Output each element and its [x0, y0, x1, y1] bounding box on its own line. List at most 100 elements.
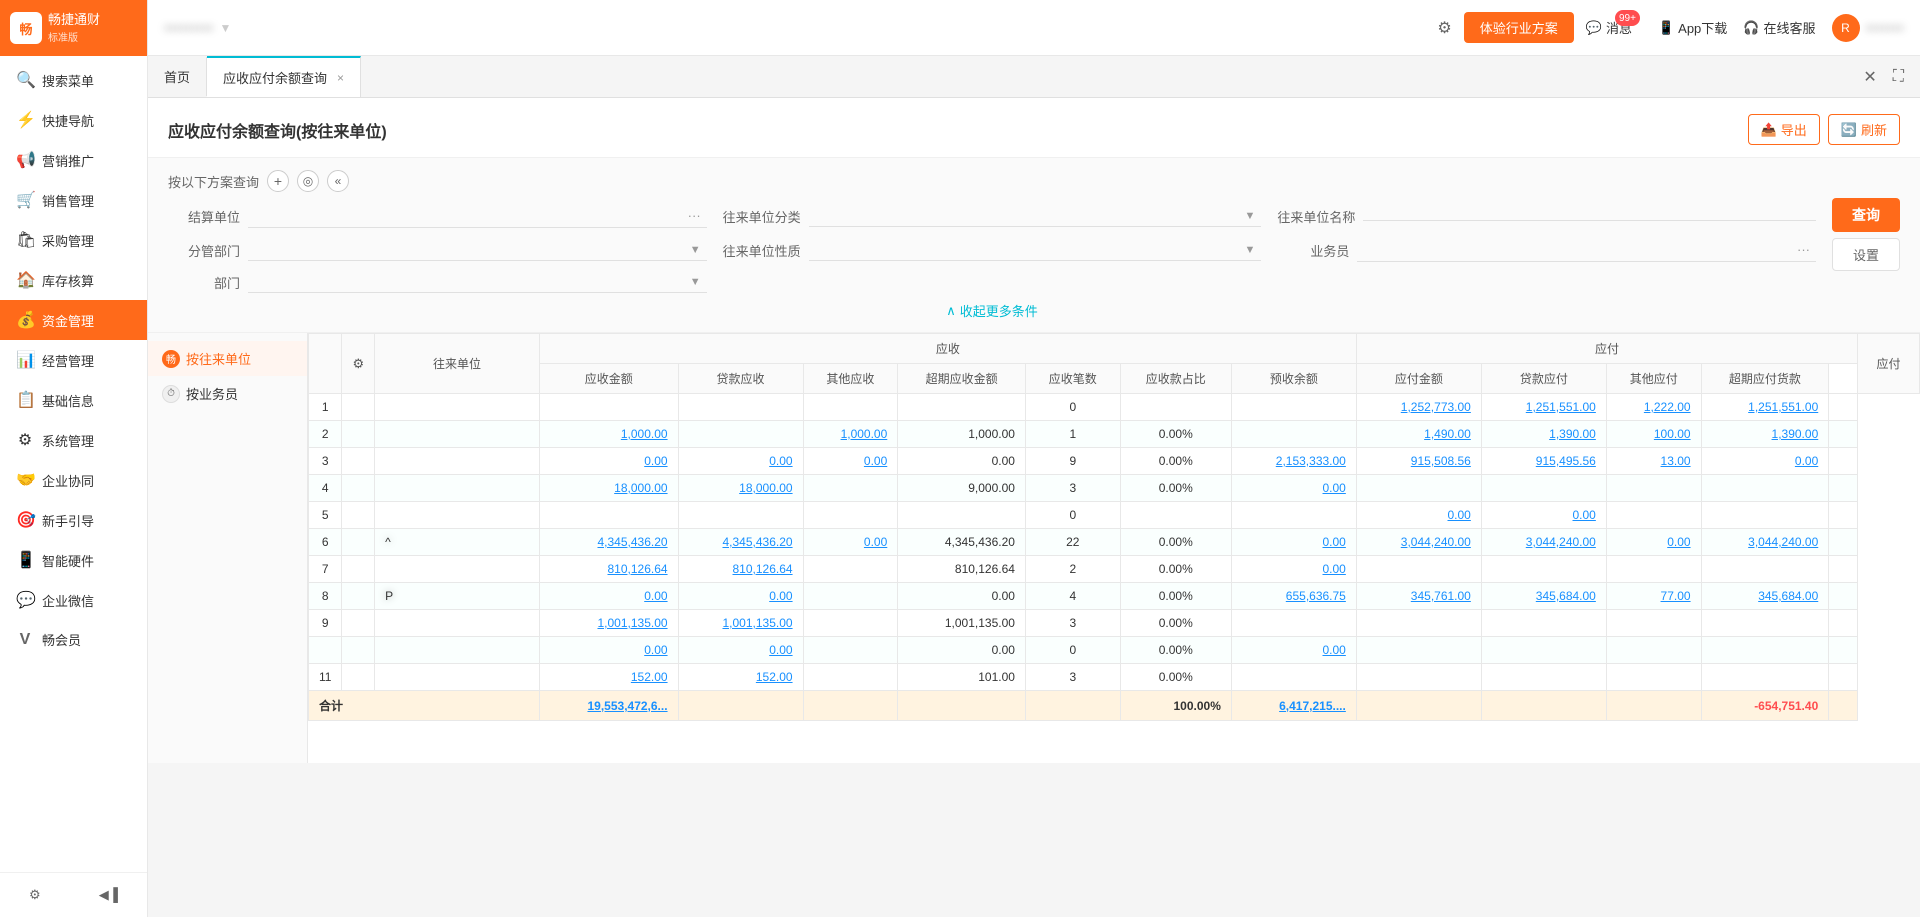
- cell-other_receivable[interactable]: [803, 637, 898, 664]
- cell-other_payable[interactable]: [1606, 556, 1701, 583]
- cell-advance_balance[interactable]: 2,153,333.00: [1231, 448, 1356, 475]
- export-button[interactable]: 📤 导出: [1748, 114, 1820, 145]
- cell-advance_balance[interactable]: [1231, 394, 1356, 421]
- filter-target-button[interactable]: ◎: [297, 170, 319, 192]
- query-button[interactable]: 查询: [1832, 198, 1900, 232]
- cell-loan_receivable[interactable]: 0.00: [678, 448, 803, 475]
- filter-input-salesperson[interactable]: ···: [1357, 238, 1816, 262]
- cell-other_payable[interactable]: [1606, 664, 1701, 691]
- sidebar-item-collab[interactable]: 🤝 企业协同: [0, 460, 147, 500]
- cell-loan_receivable[interactable]: 0.00: [678, 583, 803, 610]
- sidebar-item-newbie[interactable]: 🎯 新手引导: [0, 500, 147, 540]
- cell-advance_balance[interactable]: [1231, 610, 1356, 637]
- cell-loan_payable[interactable]: 915,495.56: [1481, 448, 1606, 475]
- cell-overdue_payable[interactable]: 3,044,240.00: [1701, 529, 1829, 556]
- tab-receivable-payable[interactable]: 应收应付余额查询 ×: [207, 56, 361, 97]
- cell-advance_balance[interactable]: 655,636.75: [1231, 583, 1356, 610]
- sidebar-item-marketing[interactable]: 📢 营销推广: [0, 140, 147, 180]
- cell-loan_receivable[interactable]: 1,001,135.00: [678, 610, 803, 637]
- sidebar-item-basic-info[interactable]: 📋 基础信息: [0, 380, 147, 420]
- cell-loan_payable[interactable]: 0.00: [1481, 502, 1606, 529]
- cell-loan_payable[interactable]: [1481, 475, 1606, 502]
- sidebar-item-member[interactable]: V 畅会员: [0, 620, 147, 659]
- cell-payable_amount[interactable]: 915,508.56: [1356, 448, 1481, 475]
- cell-other_receivable[interactable]: [803, 610, 898, 637]
- cell-other_payable[interactable]: 77.00: [1606, 583, 1701, 610]
- cell-loan_receivable[interactable]: 18,000.00: [678, 475, 803, 502]
- cell-other_receivable[interactable]: 1,000.00: [803, 421, 898, 448]
- filter-input-counterparty-name[interactable]: [1363, 212, 1816, 221]
- cell-overdue_payable[interactable]: [1701, 610, 1829, 637]
- cell-other_receivable[interactable]: [803, 502, 898, 529]
- filter-collapse-button[interactable]: ∧ 收起更多条件: [946, 301, 1038, 320]
- filter-input-settlement[interactable]: ···: [248, 204, 707, 228]
- cell-advance_balance[interactable]: 0.00: [1231, 556, 1356, 583]
- cell-overdue_payable[interactable]: [1701, 556, 1829, 583]
- cell-other_payable[interactable]: 1,222.00: [1606, 394, 1701, 421]
- settings-button[interactable]: 设置: [1832, 238, 1900, 271]
- sidebar-item-wechat[interactable]: 💬 企业微信: [0, 580, 147, 620]
- cell-overdue_payable[interactable]: 0.00: [1701, 448, 1829, 475]
- user-info[interactable]: R xxxxxxx: [1832, 14, 1905, 42]
- cell-overdue_payable[interactable]: [1701, 502, 1829, 529]
- cell-other_payable[interactable]: 0.00: [1606, 529, 1701, 556]
- cell-other_receivable[interactable]: 0.00: [803, 448, 898, 475]
- app-download-button[interactable]: 📱 App下载: [1658, 18, 1727, 37]
- cell-other_payable[interactable]: [1606, 475, 1701, 502]
- cell-loan_receivable[interactable]: [678, 394, 803, 421]
- filter-input-counterparty-nature[interactable]: ▼: [809, 240, 1262, 261]
- sidebar-item-quick-nav[interactable]: ⚡ 快捷导航: [0, 100, 147, 140]
- topbar-gear-icon[interactable]: ⚙: [1437, 18, 1451, 38]
- filter-input-supervise-dept[interactable]: ▼: [248, 240, 707, 261]
- tab-close-all-icon[interactable]: ✕: [1859, 63, 1880, 91]
- cell-receivable_amount[interactable]: 0.00: [539, 583, 678, 610]
- cell-overdue_payable[interactable]: 1,390.00: [1701, 421, 1829, 448]
- cell-payable_amount[interactable]: [1356, 637, 1481, 664]
- cell-advance_balance[interactable]: 0.00: [1231, 529, 1356, 556]
- cell-receivable_amount[interactable]: [539, 394, 678, 421]
- cell-other_payable[interactable]: 100.00: [1606, 421, 1701, 448]
- cell-other_receivable[interactable]: 0.00: [803, 529, 898, 556]
- cell-receivable_amount[interactable]: [539, 502, 678, 529]
- cell-payable_amount[interactable]: 1,490.00: [1356, 421, 1481, 448]
- cell-loan_receivable[interactable]: [678, 502, 803, 529]
- cell-loan_receivable[interactable]: 810,126.64: [678, 556, 803, 583]
- cell-other_receivable[interactable]: [803, 556, 898, 583]
- cell-loan_payable[interactable]: [1481, 610, 1606, 637]
- cell-other_payable[interactable]: [1606, 637, 1701, 664]
- cell-overdue_payable[interactable]: [1701, 664, 1829, 691]
- cell-payable_amount[interactable]: [1356, 475, 1481, 502]
- cell-loan_receivable[interactable]: 0.00: [678, 637, 803, 664]
- cell-loan_payable[interactable]: 3,044,240.00: [1481, 529, 1606, 556]
- tab-close-icon[interactable]: ×: [337, 71, 344, 85]
- table-settings-icon[interactable]: ⚙: [352, 356, 364, 371]
- cell-advance_balance[interactable]: [1231, 502, 1356, 529]
- cell-other_receivable[interactable]: [803, 475, 898, 502]
- filter-input-counterparty-cat[interactable]: ▼: [809, 206, 1262, 227]
- cell-advance_balance[interactable]: 0.00: [1231, 637, 1356, 664]
- cell-loan_payable[interactable]: 1,390.00: [1481, 421, 1606, 448]
- cell-advance_balance[interactable]: [1231, 664, 1356, 691]
- cell-loan_payable[interactable]: 1,251,551.00: [1481, 394, 1606, 421]
- cell-loan_receivable[interactable]: 152.00: [678, 664, 803, 691]
- tab-expand-icon[interactable]: ⛶: [1889, 64, 1908, 90]
- cell-receivable_amount[interactable]: 18,000.00: [539, 475, 678, 502]
- footer-advance-balance[interactable]: 6,417,215....: [1231, 691, 1356, 721]
- cell-other_receivable[interactable]: [803, 394, 898, 421]
- cell-advance_balance[interactable]: [1231, 421, 1356, 448]
- cell-payable_amount[interactable]: 345,761.00: [1356, 583, 1481, 610]
- cell-receivable_amount[interactable]: 4,345,436.20: [539, 529, 678, 556]
- sidebar-item-system[interactable]: ⚙ 系统管理: [0, 420, 147, 460]
- solution-button[interactable]: 体验行业方案: [1464, 12, 1574, 43]
- sidebar-item-inventory[interactable]: 🏠 库存核算: [0, 260, 147, 300]
- cell-loan_payable[interactable]: [1481, 637, 1606, 664]
- sidebar-item-search-menu[interactable]: 🔍 搜索菜单: [0, 60, 147, 100]
- cell-other_receivable[interactable]: [803, 664, 898, 691]
- sidebar-item-operation[interactable]: 📊 经营管理: [0, 340, 147, 380]
- cell-loan_receivable[interactable]: [678, 421, 803, 448]
- tab-home[interactable]: 首页: [148, 57, 207, 96]
- cell-receivable_amount[interactable]: 1,001,135.00: [539, 610, 678, 637]
- sidebar-item-finance[interactable]: 💰 资金管理: [0, 300, 147, 340]
- footer-receivable-amount[interactable]: 19,553,472,6...: [539, 691, 678, 721]
- cell-payable_amount[interactable]: 1,252,773.00: [1356, 394, 1481, 421]
